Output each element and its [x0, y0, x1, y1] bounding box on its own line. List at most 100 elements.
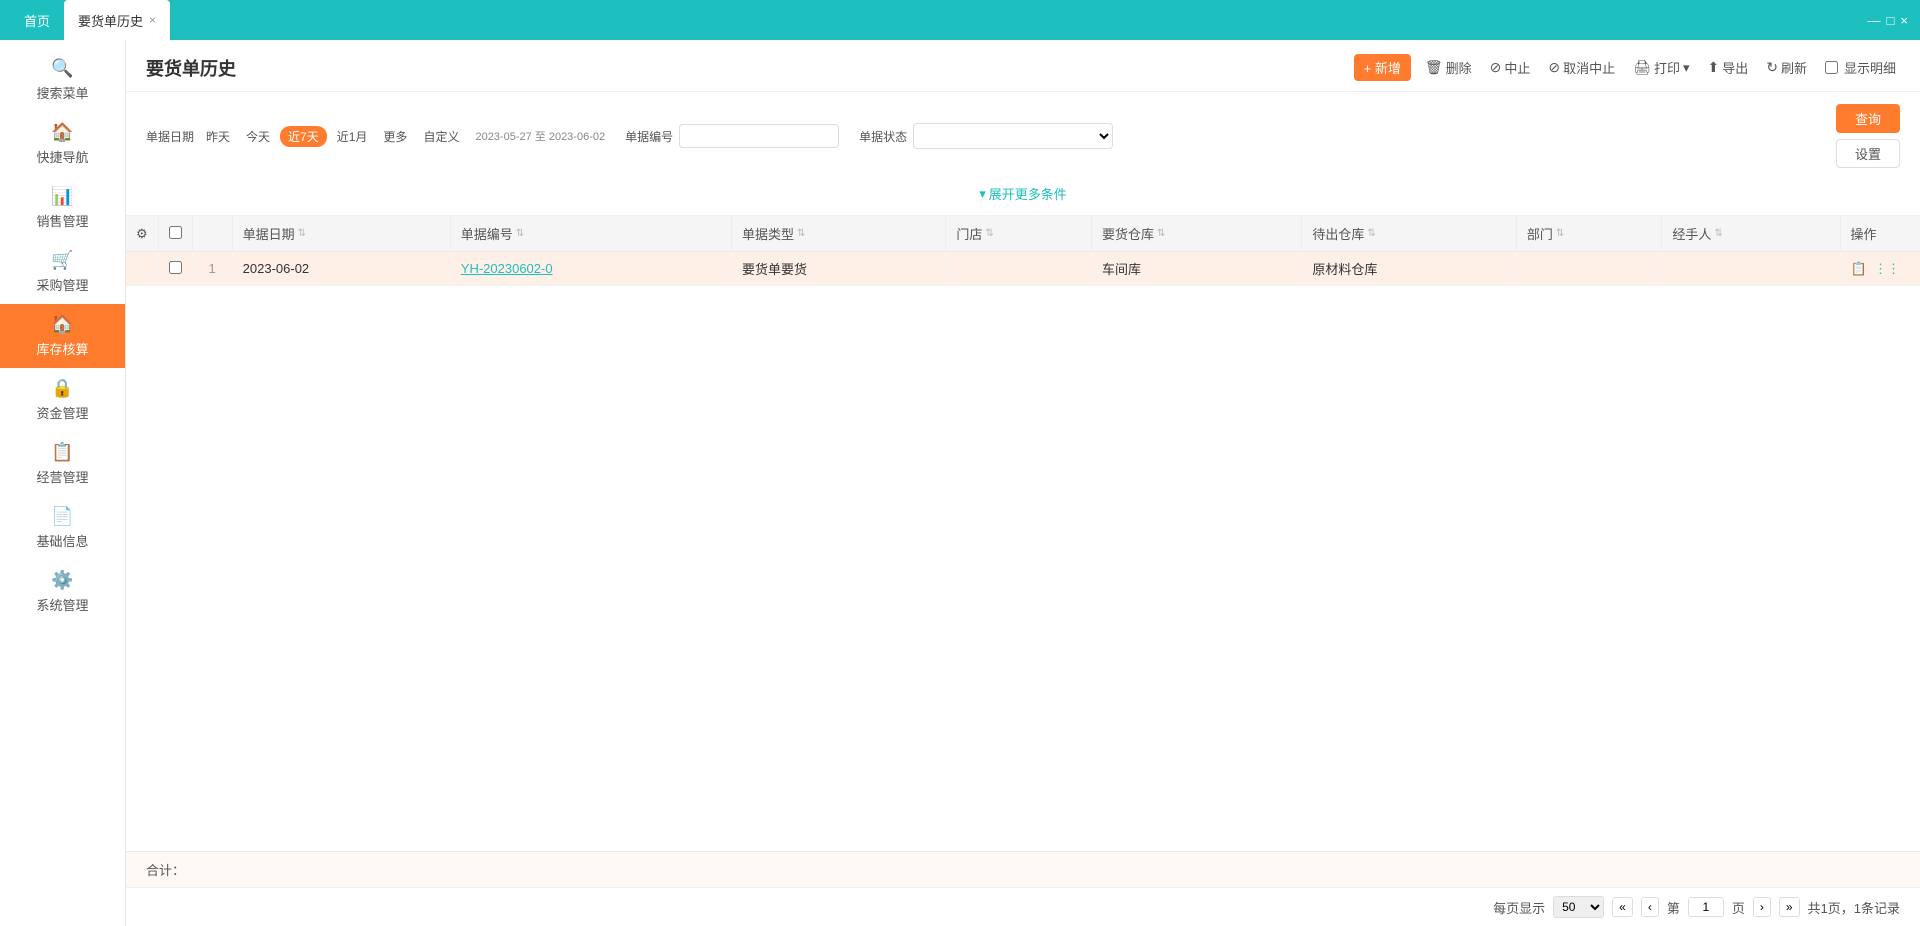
sidebar-item-finance[interactable]: 🔒 资金管理 — [0, 368, 125, 432]
query-button[interactable]: 查询 — [1836, 104, 1900, 133]
td-settings — [126, 252, 158, 286]
table-row[interactable]: 1 2023-06-02 YH-20230602-0 要货单要货 — [126, 252, 1920, 286]
date-opt-yesterday[interactable]: 昨天 — [200, 126, 236, 147]
th-order-no[interactable]: 单据编号 ⇅ — [450, 216, 731, 252]
print-icon: 🖨 — [1633, 59, 1651, 76]
th-operation: 操作 — [1840, 216, 1920, 252]
expand-row: ▾ 展开更多条件 — [146, 176, 1900, 203]
th-num — [192, 216, 232, 252]
th-handler-label: 经手人 — [1672, 224, 1711, 243]
refresh-button[interactable]: ↻ 刷新 — [1762, 55, 1811, 80]
th-date[interactable]: 单据日期 ⇅ — [232, 216, 450, 252]
th-date-sort-icon: ⇅ — [298, 228, 306, 239]
page-input-unit: 页 — [1732, 898, 1745, 917]
row-order-no-link[interactable]: YH-20230602-0 — [461, 261, 553, 276]
show-detail-checkbox[interactable] — [1825, 61, 1838, 74]
th-handler[interactable]: 经手人 ⇅ — [1662, 216, 1840, 252]
date-opt-7days[interactable]: 近7天 — [280, 126, 327, 147]
sidebar-item-sales[interactable]: 📊 销售管理 — [0, 176, 125, 240]
suspend-button[interactable]: ⊘ 中止 — [1486, 55, 1535, 80]
page-number-input[interactable] — [1688, 897, 1724, 917]
tab-order-history[interactable]: 要货单历史 × — [64, 0, 170, 40]
row-pending-warehouse: 原材料仓库 — [1312, 262, 1377, 277]
date-opt-today[interactable]: 今天 — [240, 126, 276, 147]
window-minimize[interactable]: — — [1868, 13, 1881, 28]
sidebar-item-search-menu-label: 搜索菜单 — [36, 83, 88, 102]
sidebar-item-system[interactable]: ⚙️ 系统管理 — [0, 560, 125, 624]
status-select[interactable] — [913, 123, 1113, 149]
last-page-button[interactable]: » — [1779, 897, 1800, 917]
td-order-no: YH-20230602-0 — [450, 252, 731, 286]
date-filter-group: 单据日期 昨天 今天 近7天 近1月 更多 自定义 2023-05-27 至 2… — [146, 126, 605, 147]
page-title: 要货单历史 — [146, 55, 236, 81]
cancel-suspend-button[interactable]: ⊘ 取消中止 — [1544, 55, 1619, 80]
sidebar-item-basic-info[interactable]: 📄 基础信息 — [0, 496, 125, 560]
th-order-type[interactable]: 单据类型 ⇅ — [731, 216, 945, 252]
sidebar-item-inventory[interactable]: 🏠 库存核算 — [0, 304, 125, 368]
inventory-icon: 🏠 — [51, 314, 73, 335]
window-close[interactable]: × — [1900, 13, 1908, 28]
content-area: 要货单历史 + 新增 🗑 删除 ⊘ 中止 ⊘ 取消中止 🖨 — [126, 40, 1920, 926]
sidebar-item-purchase-label: 采购管理 — [36, 275, 88, 294]
export-icon: ⬆ — [1707, 59, 1719, 76]
settings-button[interactable]: 设置 — [1836, 139, 1900, 168]
export-button[interactable]: ⬆ 导出 — [1703, 55, 1752, 80]
sidebar-item-basic-info-label: 基础信息 — [36, 531, 88, 550]
tab-close-icon[interactable]: × — [149, 13, 156, 27]
footer-summary: 合计： — [126, 851, 1920, 887]
show-detail-button[interactable]: 显示明细 — [1821, 55, 1900, 80]
window-maximize[interactable]: □ — [1887, 13, 1895, 28]
th-settings[interactable]: ⚙ — [126, 216, 158, 252]
print-dropdown-icon[interactable]: ▾ — [1683, 60, 1690, 76]
td-req-warehouse: 车间库 — [1091, 252, 1301, 286]
main-layout: 🔍 搜索菜单 🏠 快捷导航 📊 销售管理 🛒 采购管理 🏠 库存核算 🔒 资金管… — [0, 40, 1920, 926]
th-req-warehouse-sort-icon: ⇅ — [1157, 228, 1165, 239]
op-more-icon[interactable]: ⋮⋮ — [1874, 261, 1900, 276]
date-range-display: 2023-05-27 至 2023-06-02 — [475, 131, 605, 143]
td-handler — [1662, 252, 1840, 286]
prev-page-button[interactable]: ‹ — [1641, 897, 1659, 917]
select-all-checkbox[interactable] — [169, 226, 182, 239]
th-department[interactable]: 部门 ⇅ — [1516, 216, 1662, 252]
search-menu-icon: 🔍 — [51, 58, 73, 79]
sidebar-item-operations-label: 经营管理 — [36, 467, 88, 486]
first-page-button[interactable]: « — [1612, 897, 1633, 917]
page-input-prefix: 第 — [1667, 898, 1680, 917]
order-no-label: 单据编号 — [625, 128, 673, 145]
basic-info-icon: 📄 — [51, 506, 73, 527]
print-button[interactable]: 🖨 打印 ▾ — [1629, 55, 1693, 80]
sidebar-item-system-label: 系统管理 — [36, 595, 88, 614]
order-no-filter-group: 单据编号 — [625, 124, 839, 148]
next-page-button[interactable]: › — [1753, 897, 1771, 917]
td-pending-warehouse: 原材料仓库 — [1302, 252, 1516, 286]
row-checkbox[interactable] — [169, 261, 182, 274]
th-store[interactable]: 门店 ⇅ — [946, 216, 1092, 252]
new-button[interactable]: + 新增 — [1354, 54, 1411, 81]
filter-actions: 查询 设置 — [1836, 104, 1900, 168]
expand-down-icon: ▾ — [979, 186, 986, 202]
date-options: 昨天 今天 近7天 近1月 更多 自定义 — [200, 126, 465, 147]
row-order-type: 要货单要货 — [742, 262, 807, 277]
sidebar-item-quick-nav-label: 快捷导航 — [36, 147, 88, 166]
settings-gear-icon[interactable]: ⚙ — [136, 226, 148, 241]
sidebar-item-quick-nav[interactable]: 🏠 快捷导航 — [0, 112, 125, 176]
page-size-select[interactable]: 50 10 20 100 — [1553, 896, 1604, 918]
order-no-input[interactable] — [679, 124, 839, 148]
th-operation-label: 操作 — [1851, 227, 1877, 242]
sidebar-item-search-menu[interactable]: 🔍 搜索菜单 — [0, 48, 125, 112]
th-pending-warehouse[interactable]: 待出仓库 ⇅ — [1302, 216, 1516, 252]
suspend-button-label: 中止 — [1504, 58, 1530, 77]
op-view-icon[interactable]: 📋 — [1851, 261, 1867, 276]
delete-button[interactable]: 🗑 删除 — [1421, 55, 1476, 80]
tab-home[interactable]: 首页 — [10, 0, 64, 40]
sidebar-item-purchase[interactable]: 🛒 采购管理 — [0, 240, 125, 304]
data-table: ⚙ 单据日期 ⇅ — [126, 216, 1920, 286]
date-opt-custom[interactable]: 自定义 — [417, 126, 465, 147]
sidebar-item-operations[interactable]: 📋 经营管理 — [0, 432, 125, 496]
date-filter-label: 单据日期 — [146, 128, 194, 145]
toolbar: + 新增 🗑 删除 ⊘ 中止 ⊘ 取消中止 🖨 打印 ▾ — [1354, 54, 1900, 81]
date-opt-1month[interactable]: 近1月 — [331, 126, 374, 147]
date-opt-more[interactable]: 更多 — [377, 126, 413, 147]
th-req-warehouse[interactable]: 要货仓库 ⇅ — [1091, 216, 1301, 252]
expand-conditions-button[interactable]: ▾ 展开更多条件 — [979, 184, 1067, 203]
